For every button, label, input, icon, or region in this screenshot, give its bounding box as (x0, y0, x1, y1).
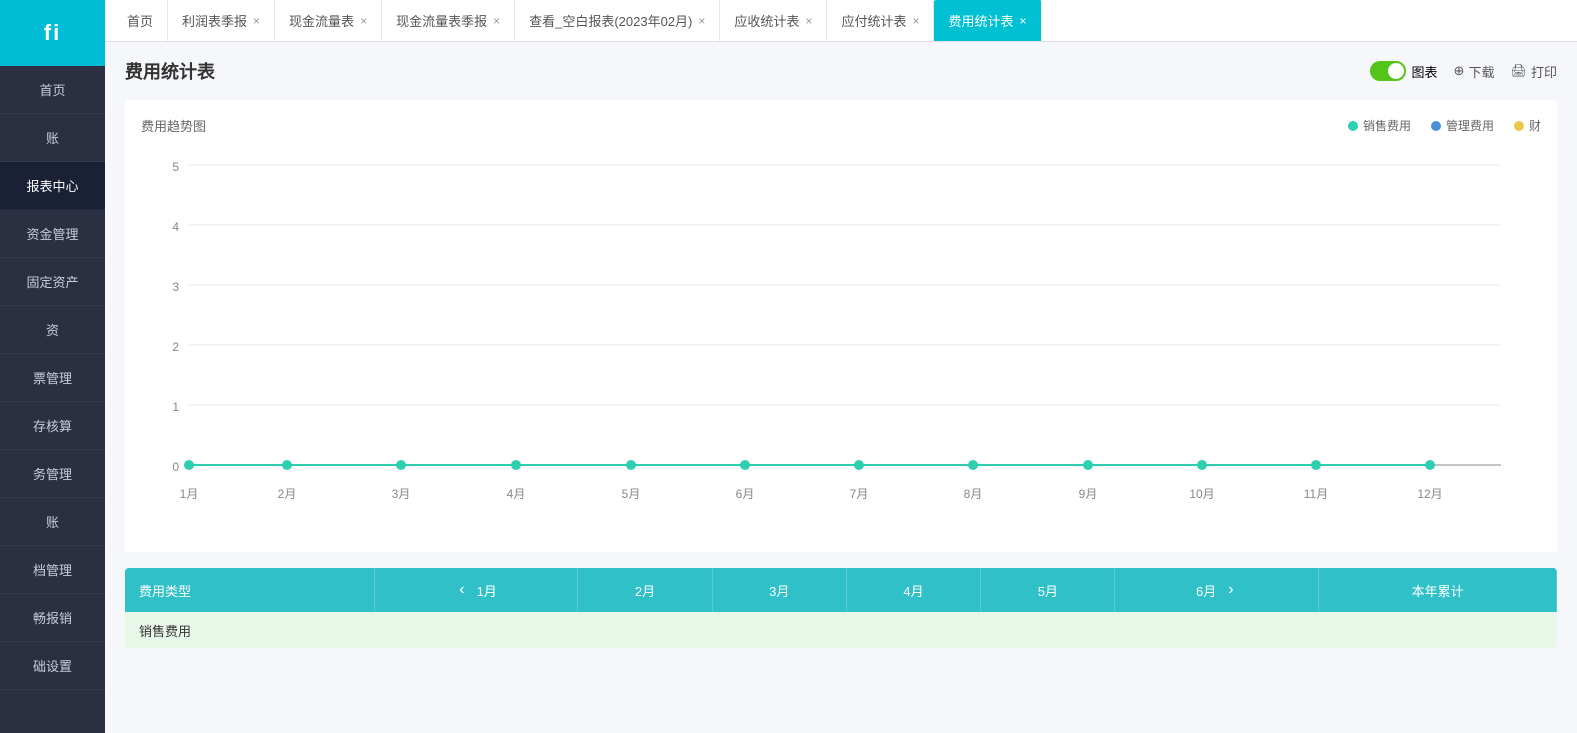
main-area: 首页 利润表季报 × 现金流量表 × 现金流量表季报 × 查看_空白报表(202… (105, 0, 1577, 733)
tab-expense-stats[interactable]: 费用统计表 × (934, 0, 1041, 41)
svg-text:10月: 10月 (1189, 487, 1214, 501)
chart-header: 费用趋势图 销售费用 管理费用 财 (141, 116, 1541, 135)
tab-close-expense-stats[interactable]: × (1019, 14, 1026, 28)
sidebar-item-funds[interactable]: 资金管理 (0, 210, 105, 258)
svg-text:7月: 7月 (850, 487, 869, 501)
chart-toggle-wrapper: 图表 (1370, 61, 1438, 81)
svg-text:4月: 4月 (507, 487, 526, 501)
svg-text:12月: 12月 (1417, 487, 1442, 501)
sidebar-item-ledger[interactable]: 账 (0, 498, 105, 546)
chart-toggle[interactable] (1370, 61, 1406, 81)
svg-text:1: 1 (172, 400, 179, 414)
table-nav-prev[interactable]: ‹ (455, 581, 468, 599)
legend-dot-finance (1514, 121, 1524, 131)
row-val-1 (374, 612, 578, 648)
svg-text:9月: 9月 (1079, 487, 1098, 501)
page-title: 费用统计表 (125, 58, 215, 84)
tab-close-profit-quarterly[interactable]: × (253, 14, 260, 28)
table-row: 销售费用 (125, 612, 1557, 648)
download-icon: ⊕ (1454, 63, 1465, 79)
svg-text:3月: 3月 (392, 487, 411, 501)
row-val-6 (1115, 612, 1319, 648)
col-header-ytd: 本年累计 (1319, 568, 1557, 612)
tab-close-cashflow-quarterly[interactable]: × (493, 14, 500, 28)
legend-label-admin: 管理费用 (1446, 117, 1494, 134)
tab-bar: 首页 利润表季报 × 现金流量表 × 现金流量表季报 × 查看_空白报表(202… (105, 0, 1577, 42)
svg-text:2月: 2月 (278, 487, 297, 501)
col-header-type: 费用类型 (125, 568, 374, 612)
col-header-6: 6月 › (1115, 568, 1319, 612)
print-button[interactable]: 🖨 打印 (1510, 62, 1557, 81)
sidebar-item-assets[interactable]: 固定资产 (0, 258, 105, 306)
tab-cashflow-quarterly[interactable]: 现金流量表季报 × (382, 0, 515, 41)
col-header-5: 5月 (981, 568, 1115, 612)
legend-dot-admin (1431, 121, 1441, 131)
tab-receivable[interactable]: 应收统计表 × (720, 0, 827, 41)
svg-text:5: 5 (172, 160, 179, 174)
data-table: 费用类型 ‹ 1月 2月 3月 4月 5月 (125, 568, 1557, 648)
svg-text:3: 3 (172, 280, 179, 294)
row-type: 销售费用 (125, 612, 374, 648)
svg-text:11月: 11月 (1304, 487, 1328, 501)
legend-admin: 管理费用 (1431, 117, 1494, 134)
tab-profit-quarterly[interactable]: 利润表季报 × (168, 0, 275, 41)
legend-label-sales: 销售费用 (1363, 117, 1411, 134)
svg-text:5月: 5月 (622, 487, 641, 501)
tab-home[interactable]: 首页 (113, 0, 168, 41)
sidebar-item-expense[interactable]: 畅报销 (0, 594, 105, 642)
tab-close-payable[interactable]: × (912, 14, 919, 28)
tab-blank-report[interactable]: 查看_空白报表(2023年02月) × (515, 0, 720, 41)
sidebar-item-archive[interactable]: 档管理 (0, 546, 105, 594)
sidebar-item-settings[interactable]: 础设置 (0, 642, 105, 690)
sidebar-logo: fi (0, 0, 105, 66)
chart-svg: 5 4 3 2 1 0 (141, 143, 1541, 533)
row-val-3 (712, 612, 846, 648)
tab-close-blank-report[interactable]: × (698, 14, 705, 28)
sidebar-item-invoice[interactable]: 票管理 (0, 354, 105, 402)
page-header: 费用统计表 图表 ⊕ 下载 🖨 打印 (125, 58, 1557, 84)
chart-area: 5 4 3 2 1 0 (141, 143, 1541, 536)
chart-toggle-label: 图表 (1412, 62, 1438, 81)
legend-sales: 销售费用 (1348, 117, 1411, 134)
header-actions: 图表 ⊕ 下载 🖨 打印 (1370, 61, 1557, 81)
legend-label-finance: 财 (1529, 117, 1541, 134)
row-val-ytd (1319, 612, 1557, 648)
col-header-3: 3月 (712, 568, 846, 612)
tab-close-receivable[interactable]: × (805, 14, 812, 28)
svg-text:0: 0 (172, 460, 179, 474)
svg-text:6月: 6月 (736, 487, 755, 501)
download-button[interactable]: ⊕ 下载 (1454, 62, 1495, 81)
col-header-1: ‹ 1月 (374, 568, 578, 612)
page-content: 费用统计表 图表 ⊕ 下载 🖨 打印 费用趋势图 (105, 42, 1577, 733)
sidebar-item-home[interactable]: 首页 (0, 66, 105, 114)
svg-text:2: 2 (172, 340, 179, 354)
col-header-4: 4月 (846, 568, 980, 612)
print-icon: 🖨 (1510, 63, 1527, 79)
row-val-5 (981, 612, 1115, 648)
row-val-4 (846, 612, 980, 648)
legend-dot-sales (1348, 121, 1358, 131)
col-header-2: 2月 (578, 568, 712, 612)
svg-text:4: 4 (172, 220, 179, 234)
sidebar: fi 首页 账 报表中心 资金管理 固定资产 资 票管理 存核算 务管理 账 档… (0, 0, 105, 733)
svg-text:1月: 1月 (180, 487, 199, 501)
sidebar-item-service[interactable]: 务管理 (0, 450, 105, 498)
sidebar-item-inventory[interactable]: 存核算 (0, 402, 105, 450)
tab-payable[interactable]: 应付统计表 × (827, 0, 934, 41)
sidebar-item-account[interactable]: 账 (0, 114, 105, 162)
tab-close-cashflow[interactable]: × (360, 14, 367, 28)
chart-card: 费用趋势图 销售费用 管理费用 财 (125, 100, 1557, 552)
sidebar-item-reports[interactable]: 报表中心 (0, 162, 105, 210)
table-nav-next[interactable]: › (1224, 581, 1237, 599)
row-val-2 (578, 612, 712, 648)
svg-text:8月: 8月 (964, 487, 983, 501)
chart-legend: 销售费用 管理费用 财 (1348, 117, 1541, 134)
tab-cashflow[interactable]: 现金流量表 × (275, 0, 382, 41)
sidebar-item-capital[interactable]: 资 (0, 306, 105, 354)
chart-title: 费用趋势图 (141, 116, 206, 135)
data-table-wrapper: 费用类型 ‹ 1月 2月 3月 4月 5月 (125, 568, 1557, 648)
legend-finance: 财 (1514, 117, 1541, 134)
